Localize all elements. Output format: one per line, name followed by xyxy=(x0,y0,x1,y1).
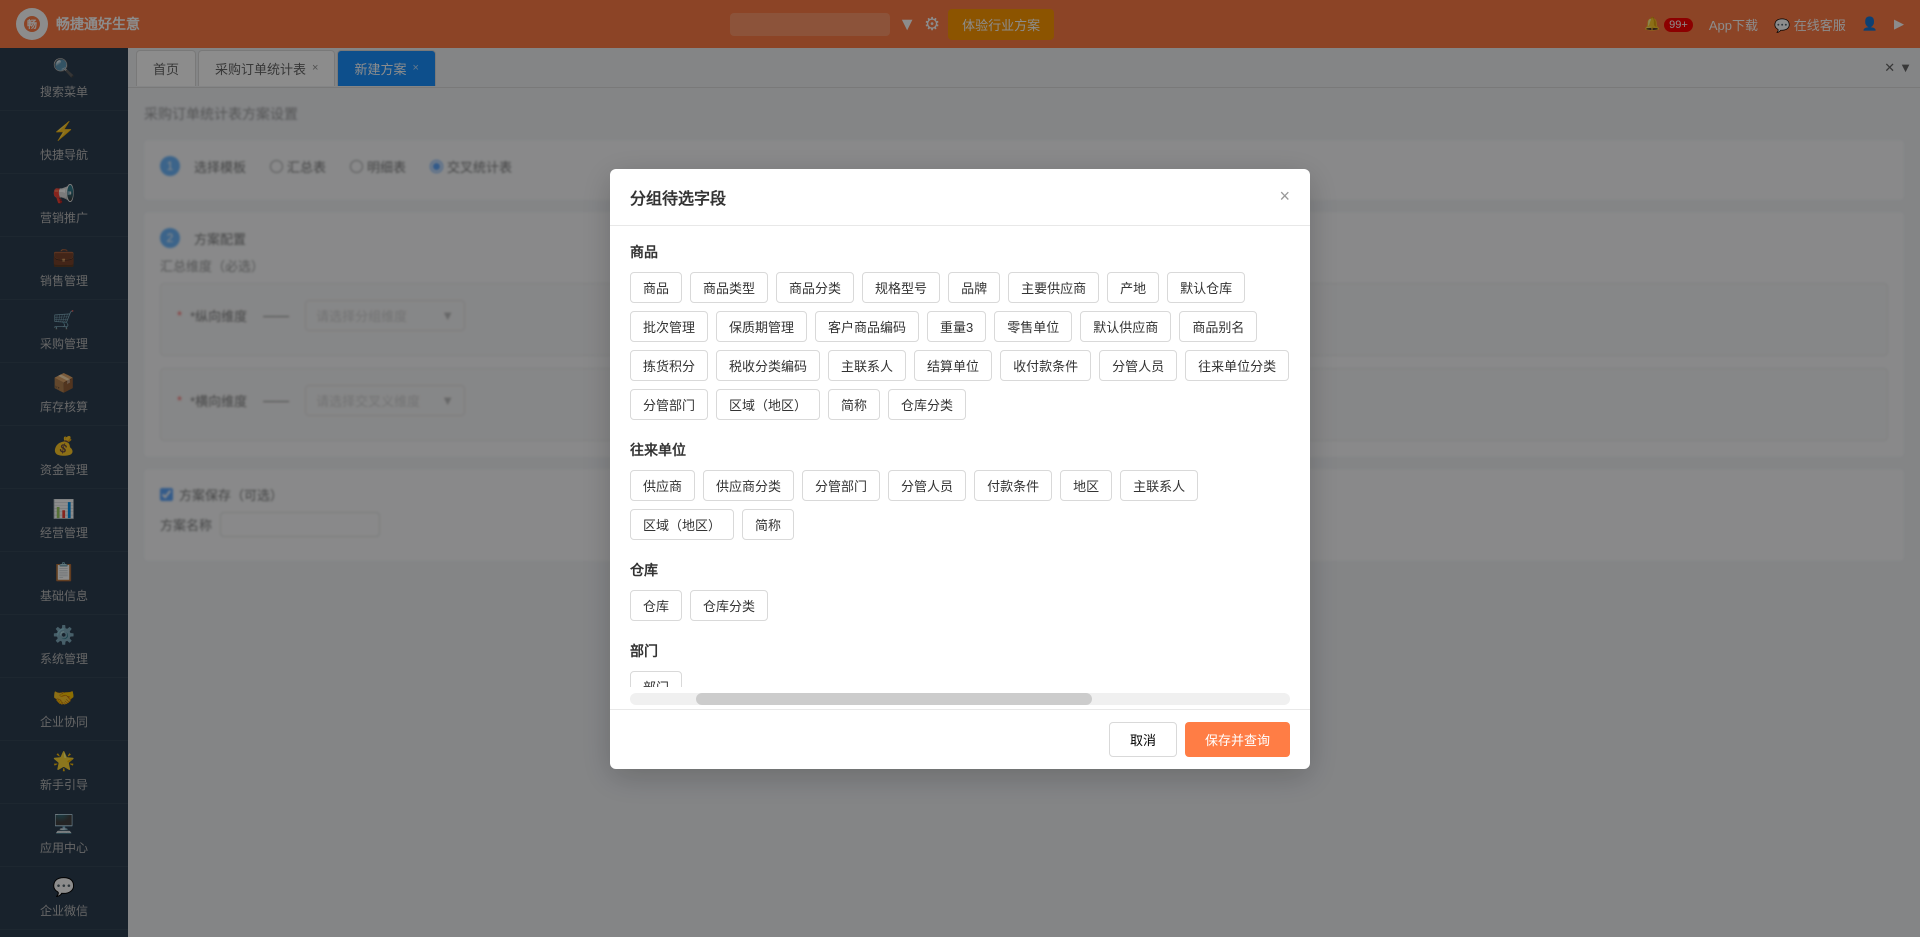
counterpart-field-grid: 供应商 供应商分类 分管部门 分管人员 付款条件 地区 主联系人 区域（地区） … xyxy=(630,470,1290,540)
field-supervisor2[interactable]: 分管人员 xyxy=(888,470,966,501)
field-warehouse[interactable]: 仓库 xyxy=(630,590,682,621)
dialog-save-btn[interactable]: 保存并查询 xyxy=(1185,722,1290,757)
field-default-warehouse[interactable]: 默认仓库 xyxy=(1167,272,1245,303)
goods-field-grid: 商品 商品类型 商品分类 规格型号 品牌 主要供应商 产地 默认仓库 批次管理 … xyxy=(630,272,1290,420)
dialog: 分组待选字段 × 商品 商品 商品类型 商品分类 规格型号 品牌 主要供应商 产… xyxy=(610,169,1310,769)
section-dept: 部门 部门 xyxy=(630,641,1290,687)
field-weight3[interactable]: 重量3 xyxy=(927,311,986,342)
field-supplier[interactable]: 供应商 xyxy=(630,470,695,501)
field-short-name-cp[interactable]: 简称 xyxy=(742,509,794,540)
field-region-goods[interactable]: 区域（地区） xyxy=(716,389,820,420)
field-goods[interactable]: 商品 xyxy=(630,272,682,303)
field-payment-cond[interactable]: 付款条件 xyxy=(974,470,1052,501)
field-goods-alias[interactable]: 商品别名 xyxy=(1179,311,1257,342)
field-goods-type[interactable]: 商品类型 xyxy=(690,272,768,303)
field-retail-unit[interactable]: 零售单位 xyxy=(994,311,1072,342)
field-dept-managed2[interactable]: 分管部门 xyxy=(802,470,880,501)
field-warehouse-cat-goods[interactable]: 仓库分类 xyxy=(888,389,966,420)
field-main-supplier[interactable]: 主要供应商 xyxy=(1008,272,1099,303)
overlay: 分组待选字段 × 商品 商品 商品类型 商品分类 规格型号 品牌 主要供应商 产… xyxy=(0,0,1920,937)
section-warehouse-title: 仓库 xyxy=(630,560,1290,580)
section-dept-title: 部门 xyxy=(630,641,1290,661)
field-settle-unit[interactable]: 结算单位 xyxy=(914,350,992,381)
section-counterpart-title: 往来单位 xyxy=(630,440,1290,460)
dialog-header: 分组待选字段 × xyxy=(610,169,1310,226)
warehouse-field-grid: 仓库 仓库分类 xyxy=(630,590,1290,621)
field-supervisor[interactable]: 分管人员 xyxy=(1099,350,1177,381)
field-pick-points[interactable]: 拣货积分 xyxy=(630,350,708,381)
field-main-contact[interactable]: 主联系人 xyxy=(828,350,906,381)
section-goods: 商品 商品 商品类型 商品分类 规格型号 品牌 主要供应商 产地 默认仓库 批次… xyxy=(630,242,1290,420)
field-spec-model[interactable]: 规格型号 xyxy=(862,272,940,303)
field-customer-code[interactable]: 客户商品编码 xyxy=(815,311,919,342)
horizontal-scroll-thumb xyxy=(696,693,1092,705)
field-region-cp[interactable]: 地区 xyxy=(1060,470,1112,501)
dialog-close-icon[interactable]: × xyxy=(1279,186,1290,207)
field-payment-terms[interactable]: 收付款条件 xyxy=(1000,350,1091,381)
section-goods-title: 商品 xyxy=(630,242,1290,262)
field-dept[interactable]: 部门 xyxy=(630,671,682,687)
field-brand[interactable]: 品牌 xyxy=(948,272,1000,303)
field-expiry-mgmt[interactable]: 保质期管理 xyxy=(716,311,807,342)
horizontal-scroll-area xyxy=(610,687,1310,709)
dialog-body: 商品 商品 商品类型 商品分类 规格型号 品牌 主要供应商 产地 默认仓库 批次… xyxy=(610,226,1310,687)
field-region-cp2[interactable]: 区域（地区） xyxy=(630,509,734,540)
dialog-cancel-btn[interactable]: 取消 xyxy=(1109,722,1177,757)
dept-field-grid: 部门 xyxy=(630,671,1290,687)
section-warehouse: 仓库 仓库 仓库分类 xyxy=(630,560,1290,621)
field-warehouse-cat[interactable]: 仓库分类 xyxy=(690,590,768,621)
dialog-footer: 取消 保存并查询 xyxy=(610,709,1310,769)
field-short-name-goods[interactable]: 简称 xyxy=(828,389,880,420)
field-goods-category[interactable]: 商品分类 xyxy=(776,272,854,303)
field-supplier-cat[interactable]: 供应商分类 xyxy=(703,470,794,501)
field-default-supplier[interactable]: 默认供应商 xyxy=(1080,311,1171,342)
field-origin[interactable]: 产地 xyxy=(1107,272,1159,303)
field-main-contact2[interactable]: 主联系人 xyxy=(1120,470,1198,501)
field-tax-code[interactable]: 税收分类编码 xyxy=(716,350,820,381)
dialog-title: 分组待选字段 xyxy=(630,185,726,209)
field-batch-mgmt[interactable]: 批次管理 xyxy=(630,311,708,342)
field-counterpart-cat[interactable]: 往来单位分类 xyxy=(1185,350,1289,381)
horizontal-scrollbar[interactable] xyxy=(630,693,1290,705)
field-dept-managed[interactable]: 分管部门 xyxy=(630,389,708,420)
section-counterpart: 往来单位 供应商 供应商分类 分管部门 分管人员 付款条件 地区 主联系人 区域… xyxy=(630,440,1290,540)
